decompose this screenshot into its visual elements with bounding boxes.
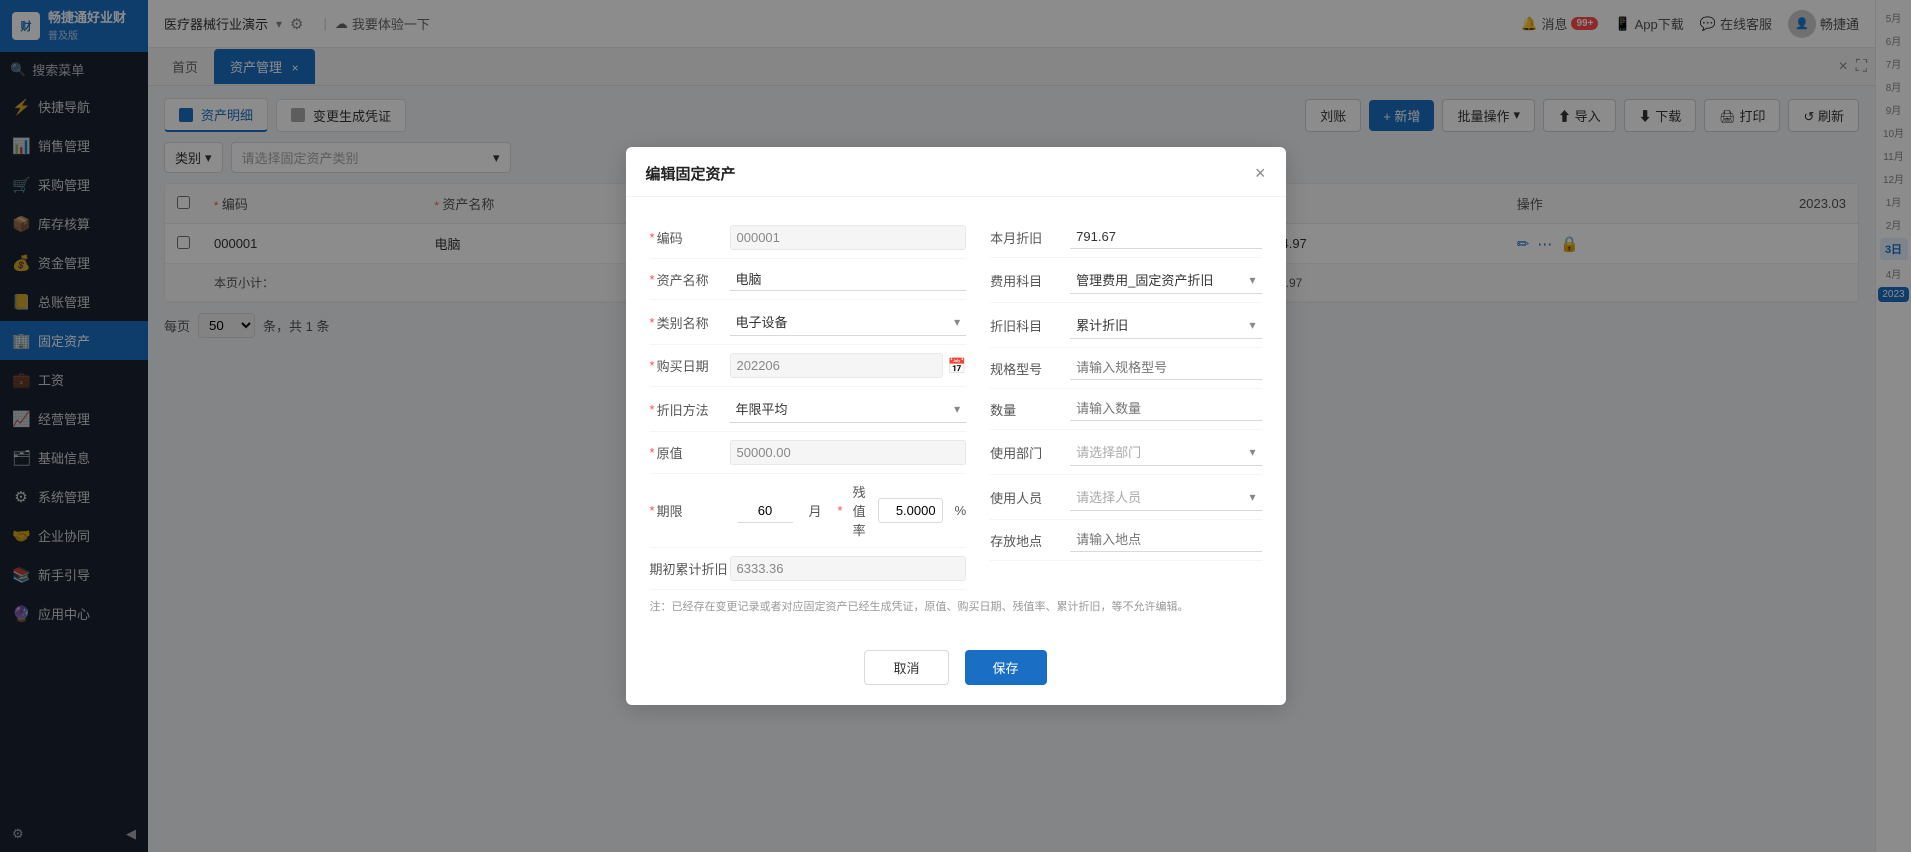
form-row-spec: 规格型号 xyxy=(990,348,1261,389)
category-select[interactable]: 电子设备 ▾ xyxy=(730,308,967,336)
dep-method-select[interactable]: 年限平均 ▾ xyxy=(730,395,967,423)
dep-subject-select[interactable]: 累计折旧 ▾ xyxy=(1070,311,1261,339)
form-row-dep-subject: 折旧科目 累计折旧 ▾ xyxy=(990,303,1261,348)
modal-overlay[interactable]: 编辑固定资产 × * 编码 xyxy=(0,0,1911,852)
original-value-input[interactable] xyxy=(730,440,967,465)
category-arrow-icon: ▾ xyxy=(954,315,960,329)
department-select[interactable]: 请选择部门 ▾ xyxy=(1070,438,1261,466)
form-left-col: * 编码 * 资产名称 xyxy=(650,217,967,590)
form-row-period-residual: * 期限 月 * 残值率 % xyxy=(650,474,967,548)
expense-subject-arrow-icon: ▾ xyxy=(1249,273,1255,287)
opening-dep-input[interactable] xyxy=(730,556,967,581)
quantity-input[interactable] xyxy=(1070,397,1261,421)
form-row-category: * 类别名称 电子设备 ▾ xyxy=(650,300,967,345)
modal-body: * 编码 * 资产名称 xyxy=(626,197,1286,638)
form-row-quantity: 数量 xyxy=(990,389,1261,430)
expense-subject-select[interactable]: 管理费用_固定资产折旧 ▾ xyxy=(1070,266,1261,294)
asset-name-input[interactable] xyxy=(730,267,967,291)
form-grid: * 编码 * 资产名称 xyxy=(650,217,1262,590)
modal-title: 编辑固定资产 xyxy=(646,163,736,184)
form-row-this-month-dep: 本月折旧 xyxy=(990,217,1261,258)
form-row-location: 存放地点 xyxy=(990,520,1261,561)
location-input[interactable] xyxy=(1070,528,1261,552)
modal-note: 注：已经存在变更记录或者对应固定资产已经生成凭证，原值、购买日期、残值率、累计折… xyxy=(650,598,1262,614)
modal-footer: 取消 保存 xyxy=(626,638,1286,705)
personnel-arrow-icon: ▾ xyxy=(1249,490,1255,504)
residual-input[interactable] xyxy=(878,498,943,523)
period-input[interactable] xyxy=(738,499,793,523)
dep-subject-arrow-icon: ▾ xyxy=(1249,318,1255,332)
form-row-original-value: * 原值 xyxy=(650,432,967,474)
this-month-dep-input[interactable] xyxy=(1070,225,1261,249)
form-row-dep-method: * 折旧方法 年限平均 ▾ xyxy=(650,387,967,432)
modal-header: 编辑固定资产 × xyxy=(626,147,1286,197)
cancel-btn[interactable]: 取消 xyxy=(864,650,948,685)
form-row-expense-subject: 费用科目 管理费用_固定资产折旧 ▾ xyxy=(990,258,1261,303)
modal-close-btn[interactable]: × xyxy=(1255,163,1266,184)
form-row-department: 使用部门 请选择部门 ▾ xyxy=(990,430,1261,475)
save-btn[interactable]: 保存 xyxy=(965,650,1047,685)
form-row-opening-dep: 期初累计折旧 xyxy=(650,548,967,590)
edit-asset-modal: 编辑固定资产 × * 编码 xyxy=(626,147,1286,705)
form-row-purchase-date: * 购买日期 📅 xyxy=(650,345,967,387)
form-row-personnel: 使用人员 请选择人员 ▾ xyxy=(990,475,1261,520)
dep-method-arrow-icon: ▾ xyxy=(954,402,960,416)
personnel-select[interactable]: 请选择人员 ▾ xyxy=(1070,483,1261,511)
calendar-icon[interactable]: 📅 xyxy=(947,357,966,375)
purchase-date-input[interactable] xyxy=(730,353,944,378)
form-right-col: 本月折旧 费用科目 管理费用_固定资产折旧 ▾ xyxy=(990,217,1261,590)
form-row-code: * 编码 xyxy=(650,217,967,259)
form-row-asset-name: * 资产名称 xyxy=(650,259,967,300)
dept-arrow-icon: ▾ xyxy=(1249,445,1255,459)
spec-input[interactable] xyxy=(1070,356,1261,380)
code-input[interactable] xyxy=(730,225,967,250)
